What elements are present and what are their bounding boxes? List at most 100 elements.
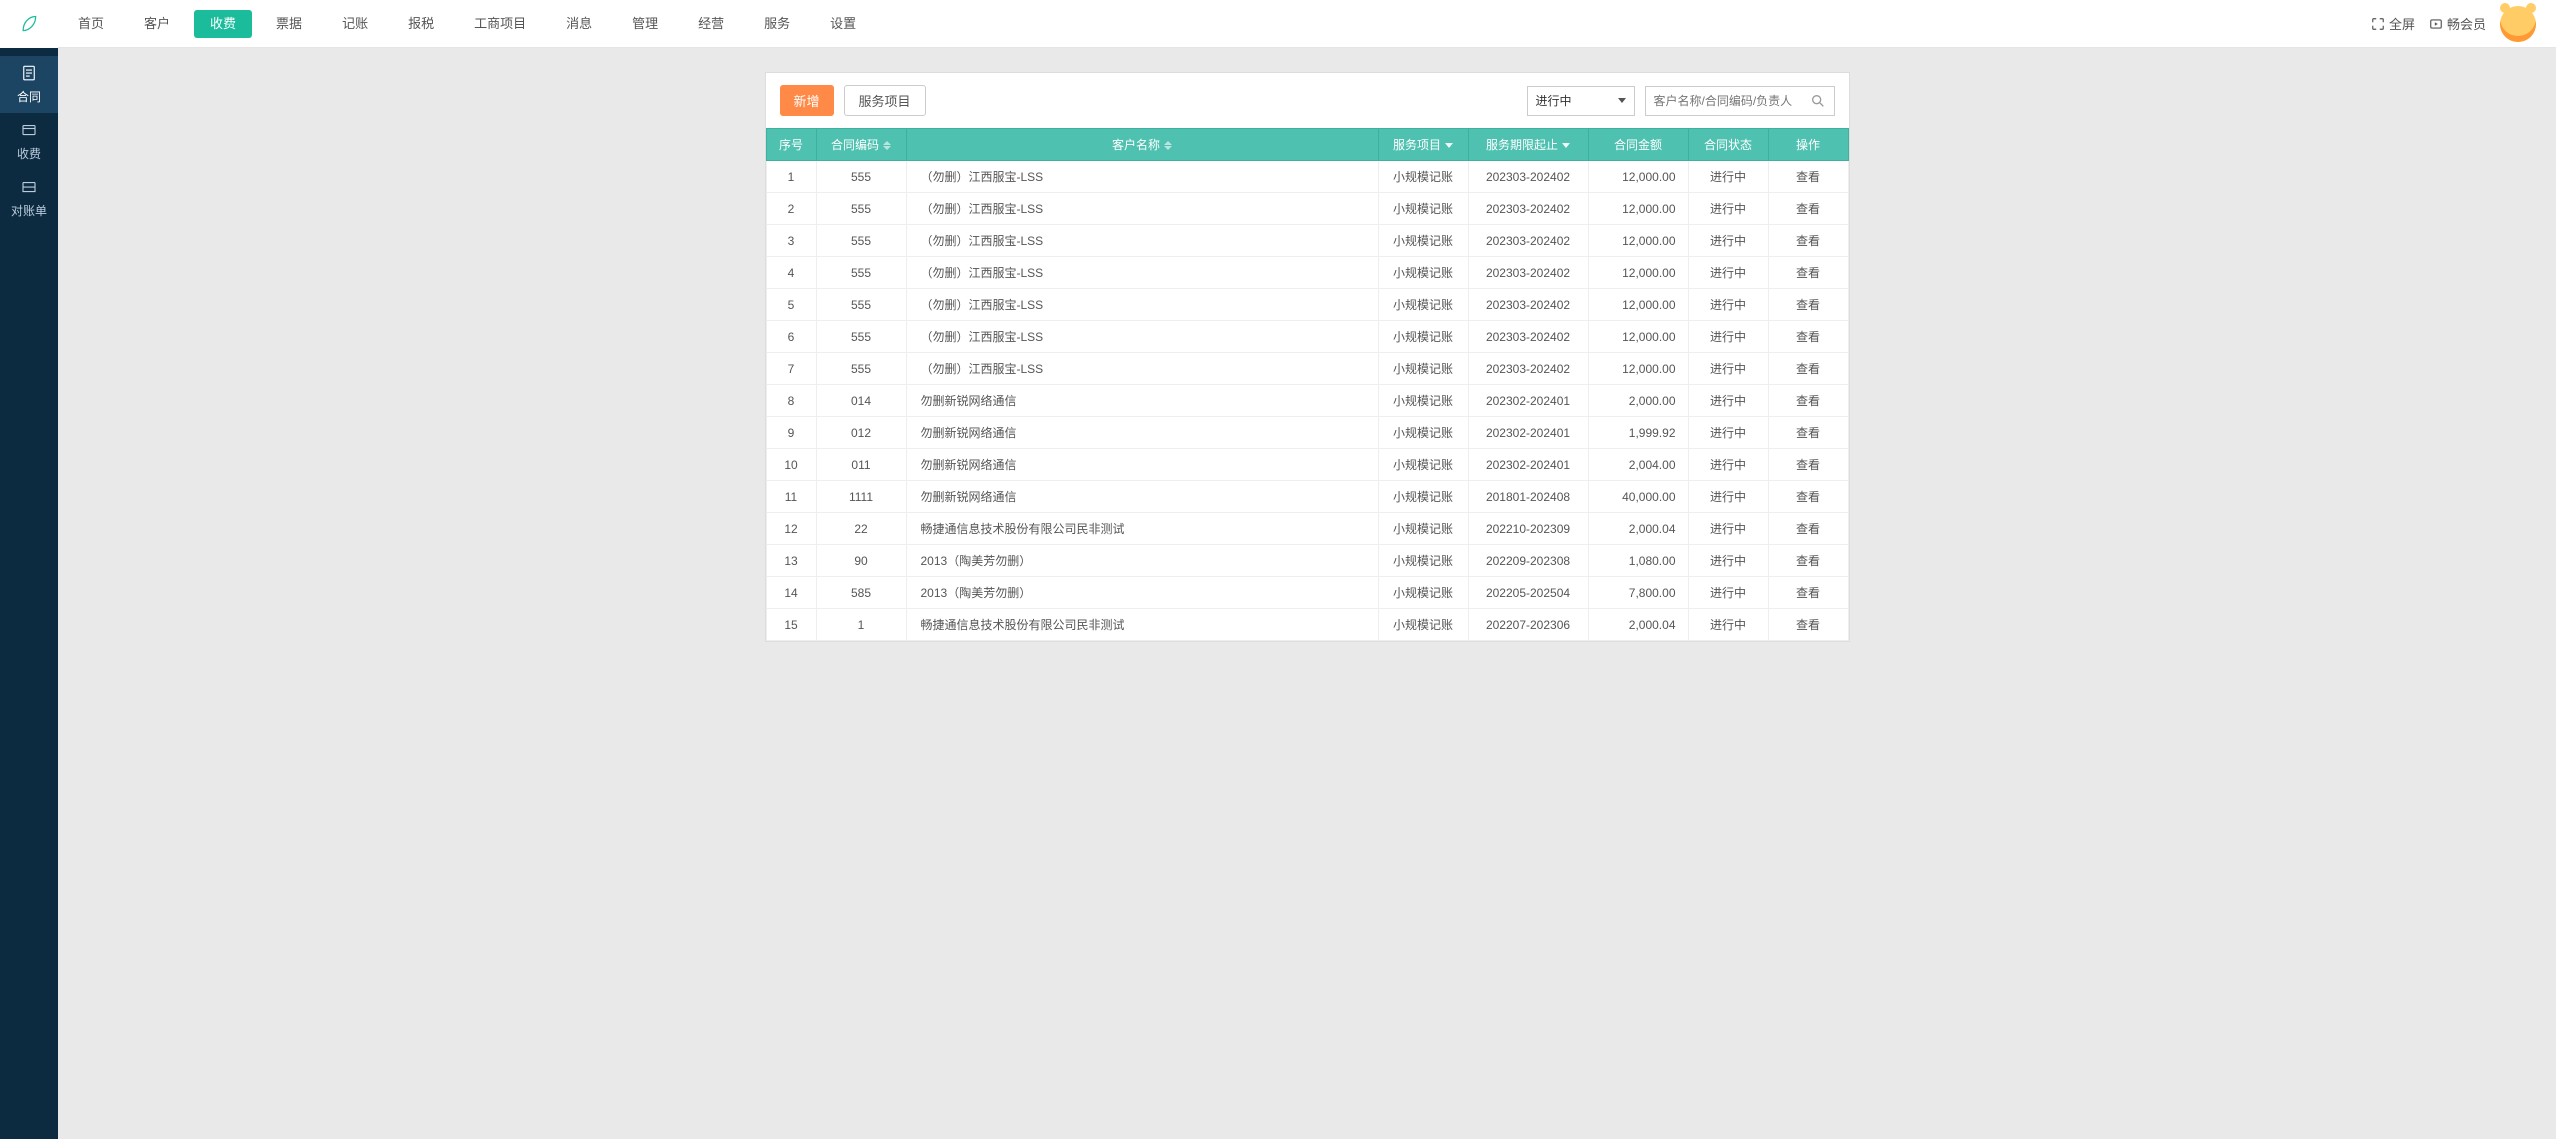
topnav-item[interactable]: 经营 — [682, 10, 740, 38]
column-header[interactable]: 服务项目 — [1378, 129, 1468, 161]
service-item-button[interactable]: 服务项目 — [844, 85, 926, 116]
cell-amount: 12,000.00 — [1588, 289, 1688, 321]
cell-customer: 畅捷通信息技术股份有限公司民非测试 — [906, 513, 1378, 545]
column-header[interactable]: 客户名称 — [906, 129, 1378, 161]
topnav-item[interactable]: 服务 — [748, 10, 806, 38]
topnav-item[interactable]: 首页 — [62, 10, 120, 38]
table-row: 8014勿删新锐网络通信小规模记账202302-2024012,000.00进行… — [766, 385, 1848, 417]
view-link[interactable]: 查看 — [1796, 170, 1820, 184]
cell-action: 查看 — [1768, 257, 1848, 289]
cell-index: 5 — [766, 289, 816, 321]
table-row: 3555（勿删）江西服宝-LSS小规模记账202303-20240212,000… — [766, 225, 1848, 257]
view-link[interactable]: 查看 — [1796, 426, 1820, 440]
table-row: 2555（勿删）江西服宝-LSS小规模记账202303-20240212,000… — [766, 193, 1848, 225]
topnav-item[interactable]: 记账 — [326, 10, 384, 38]
topnav-item[interactable]: 报税 — [392, 10, 450, 38]
table-row: 13902013（陶美芳勿删）小规模记账202209-2023081,080.0… — [766, 545, 1848, 577]
table-row: 151畅捷通信息技术股份有限公司民非测试小规模记账202207-2023062,… — [766, 609, 1848, 641]
cell-status: 进行中 — [1688, 257, 1768, 289]
add-button[interactable]: 新增 — [780, 85, 834, 116]
logo[interactable] — [0, 0, 58, 48]
play-icon — [2429, 17, 2443, 31]
column-header[interactable]: 合同编码 — [816, 129, 906, 161]
search-input[interactable] — [1654, 94, 1810, 108]
view-link[interactable]: 查看 — [1796, 202, 1820, 216]
view-link[interactable]: 查看 — [1796, 618, 1820, 632]
avatar[interactable] — [2500, 6, 2536, 42]
column-header[interactable]: 服务期限起止 — [1468, 129, 1588, 161]
cell-action: 查看 — [1768, 449, 1848, 481]
column-header[interactable]: 序号 — [766, 129, 816, 161]
cell-code: 90 — [816, 545, 906, 577]
table-row: 10011勿删新锐网络通信小规模记账202302-2024012,004.00进… — [766, 449, 1848, 481]
topnav-item[interactable]: 消息 — [550, 10, 608, 38]
fullscreen-icon — [2371, 17, 2385, 31]
topnav-item[interactable]: 管理 — [616, 10, 674, 38]
cell-period: 202303-202402 — [1468, 193, 1588, 225]
cell-status: 进行中 — [1688, 417, 1768, 449]
status-filter-select[interactable]: 进行中 — [1527, 86, 1635, 116]
cell-code: 014 — [816, 385, 906, 417]
cell-code: 555 — [816, 257, 906, 289]
cell-index: 8 — [766, 385, 816, 417]
view-link[interactable]: 查看 — [1796, 394, 1820, 408]
topbar-right: 全屏 畅会员 — [2371, 6, 2556, 42]
topnav-item[interactable]: 票据 — [260, 10, 318, 38]
sidebar-item-duizhang[interactable]: 对账单 — [0, 170, 58, 227]
view-link[interactable]: 查看 — [1796, 234, 1820, 248]
view-link[interactable]: 查看 — [1796, 458, 1820, 472]
topnav-item[interactable]: 客户 — [128, 10, 186, 38]
cell-action: 查看 — [1768, 609, 1848, 641]
cell-amount: 12,000.00 — [1588, 225, 1688, 257]
sidebar-item-shoufei[interactable]: 收费 — [0, 113, 58, 170]
view-link[interactable]: 查看 — [1796, 362, 1820, 376]
fullscreen-button[interactable]: 全屏 — [2371, 14, 2415, 33]
view-link[interactable]: 查看 — [1796, 330, 1820, 344]
column-label: 服务期限起止 — [1486, 138, 1558, 152]
view-link[interactable]: 查看 — [1796, 298, 1820, 312]
cell-period: 202303-202402 — [1468, 257, 1588, 289]
sort-icon — [883, 141, 891, 150]
column-header[interactable]: 操作 — [1768, 129, 1848, 161]
cell-service: 小规模记账 — [1378, 193, 1468, 225]
column-header[interactable]: 合同金额 — [1588, 129, 1688, 161]
search-icon — [1810, 93, 1826, 109]
cell-action: 查看 — [1768, 577, 1848, 609]
table-row: 145852013（陶美芳勿删）小规模记账202205-2025047,800.… — [766, 577, 1848, 609]
sidebar-item-hetong[interactable]: 合同 — [0, 56, 58, 113]
search-box[interactable] — [1645, 86, 1835, 116]
cell-period: 202303-202402 — [1468, 225, 1588, 257]
cell-service: 小规模记账 — [1378, 289, 1468, 321]
topnav-item[interactable]: 设置 — [814, 10, 872, 38]
table-row: 4555（勿删）江西服宝-LSS小规模记账202303-20240212,000… — [766, 257, 1848, 289]
view-link[interactable]: 查看 — [1796, 522, 1820, 536]
topnav-item[interactable]: 工商项目 — [458, 10, 542, 38]
cell-index: 7 — [766, 353, 816, 385]
cell-action: 查看 — [1768, 225, 1848, 257]
view-link[interactable]: 查看 — [1796, 266, 1820, 280]
cell-period: 202205-202504 — [1468, 577, 1588, 609]
cell-service: 小规模记账 — [1378, 385, 1468, 417]
cell-customer: （勿删）江西服宝-LSS — [906, 161, 1378, 193]
cell-amount: 7,800.00 — [1588, 577, 1688, 609]
cell-service: 小规模记账 — [1378, 353, 1468, 385]
view-link[interactable]: 查看 — [1796, 554, 1820, 568]
cell-index: 11 — [766, 481, 816, 513]
leaf-icon — [19, 14, 39, 34]
cell-status: 进行中 — [1688, 481, 1768, 513]
sidebar-item-label: 对账单 — [11, 202, 47, 219]
topnav-item[interactable]: 收费 — [194, 10, 252, 38]
cell-customer: （勿删）江西服宝-LSS — [906, 193, 1378, 225]
cell-amount: 1,080.00 — [1588, 545, 1688, 577]
column-header[interactable]: 合同状态 — [1688, 129, 1768, 161]
cell-status: 进行中 — [1688, 385, 1768, 417]
cell-period: 202302-202401 — [1468, 417, 1588, 449]
cell-service: 小规模记账 — [1378, 449, 1468, 481]
view-link[interactable]: 查看 — [1796, 586, 1820, 600]
column-label: 客户名称 — [1112, 138, 1160, 152]
view-link[interactable]: 查看 — [1796, 490, 1820, 504]
cell-amount: 12,000.00 — [1588, 321, 1688, 353]
cell-status: 进行中 — [1688, 353, 1768, 385]
member-button[interactable]: 畅会员 — [2429, 14, 2486, 33]
cell-customer: （勿删）江西服宝-LSS — [906, 257, 1378, 289]
